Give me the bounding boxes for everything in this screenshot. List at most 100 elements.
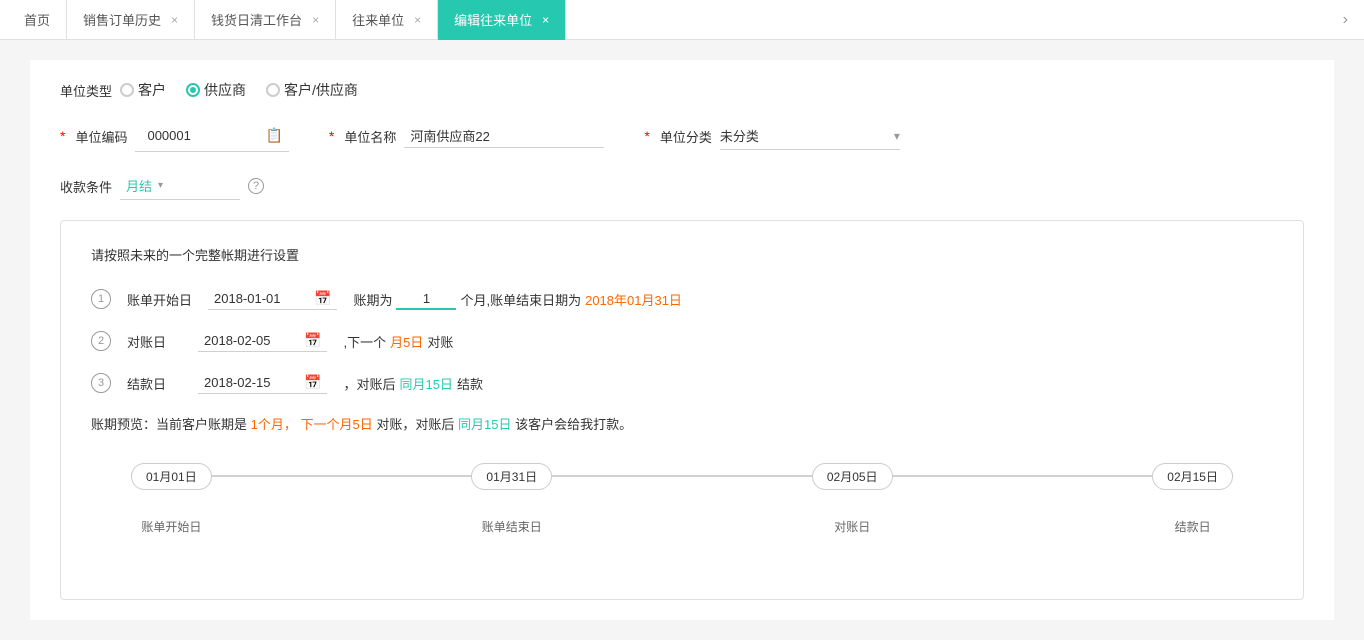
timeline-connector-2 — [511, 496, 513, 512]
unit-name-label: 单位名称 — [344, 127, 396, 146]
payment-field: 收款条件 月结 ▾ ? — [60, 172, 264, 200]
payment-value: 月结 — [126, 176, 152, 195]
unit-category-label: 单位分类 — [660, 127, 712, 146]
tab-edit-partner[interactable]: 编辑往来单位 × — [438, 0, 566, 40]
radio-customer-label: 客户 — [138, 80, 166, 100]
period-desc-1: 账期为 个月,账单结束日期为 2018年01月31日 — [353, 289, 681, 310]
preview-text: 账期预览：当前客户账期是 1个月， 下一个月5日 对账，对账后 同月15日 该客… — [91, 414, 1273, 433]
code-name-row: * 单位编码 📋 * 单位名称 * 单位分类 未分类 ▾ — [60, 120, 1304, 152]
unit-type-row: 单位类型 客户 供应商 客户/供应商 — [60, 80, 1304, 100]
radio-customer-circle — [120, 83, 134, 97]
tab-cash-work[interactable]: 钱货日清工作台 × — [195, 0, 336, 40]
period-label-3: 结款日 — [127, 374, 166, 393]
unit-category-value: 未分类 — [720, 126, 888, 145]
close-cash-work[interactable]: × — [312, 13, 319, 27]
timeline-connector-4 — [1192, 496, 1194, 512]
period-desc-3: ，对账后 同月15日 结款 — [343, 374, 483, 393]
timeline-badge-4: 02月15日 — [1152, 463, 1233, 490]
period-row-3: 3 结款日 📅 ，对账后 同月15日 结款 — [91, 372, 1273, 394]
period-num-2: 2 — [91, 331, 111, 351]
radio-supplier[interactable]: 供应商 — [186, 80, 246, 100]
unit-name-input[interactable] — [404, 124, 604, 148]
start-date-wrapper: 📅 — [208, 288, 337, 310]
start-date-calendar-icon[interactable]: 📅 — [314, 290, 331, 307]
payment-day-highlight: 同月15日 — [399, 374, 452, 393]
tab-partner[interactable]: 往来单位 × — [336, 0, 438, 40]
radio-both-label: 客户/供应商 — [284, 80, 358, 100]
tab-sales-history[interactable]: 销售订单历史 × — [67, 0, 195, 40]
category-chevron-icon: ▾ — [894, 129, 900, 143]
radio-customer[interactable]: 客户 — [120, 80, 166, 100]
period-label-1: 账单开始日 — [127, 290, 192, 309]
code-calendar-icon[interactable]: 📋 — [265, 127, 282, 144]
timeline-badge-2: 01月31日 — [471, 463, 552, 490]
reconcile-date-wrapper: 📅 — [198, 330, 327, 352]
preview-reconcile-day: 下一个月5日 — [301, 417, 373, 432]
unit-type-label: 单位类型 — [60, 81, 112, 100]
period-row-2: 2 对账日 📅 ,下一个 月5日 对账 — [91, 330, 1273, 352]
timeline-label-4: 结款日 — [1175, 518, 1211, 535]
reconcile-date-input[interactable] — [204, 333, 304, 348]
unit-category-select[interactable]: 未分类 ▾ — [720, 122, 900, 150]
reconcile-day-highlight: 月5日 — [390, 332, 423, 351]
main-content: 单位类型 客户 供应商 客户/供应商 — [0, 40, 1364, 640]
period-label-2: 对账日 — [127, 332, 166, 351]
payment-date-wrapper: 📅 — [198, 372, 327, 394]
radio-supplier-label: 供应商 — [204, 80, 246, 100]
unit-code-field: * 单位编码 📋 — [60, 120, 289, 152]
cat-required-star: * — [644, 128, 649, 144]
preview-months: 1个月， — [251, 417, 297, 432]
preview-reconcile-text: 对账，对账后 — [376, 417, 454, 432]
timeline-item-2: 01月31日 账单结束日 — [471, 463, 552, 535]
tabs-bar: 首页 销售订单历史 × 钱货日清工作台 × 往来单位 × 编辑往来单位 × › — [0, 0, 1364, 40]
close-sales-history[interactable]: × — [171, 13, 178, 27]
tabs-arrow[interactable]: › — [1335, 11, 1356, 29]
period-months-input[interactable] — [396, 289, 456, 310]
unit-type-field: 单位类型 客户 供应商 客户/供应商 — [60, 80, 358, 100]
form-section: 单位类型 客户 供应商 客户/供应商 — [30, 60, 1334, 620]
close-partner[interactable]: × — [414, 13, 421, 27]
unit-type-radio-group: 客户 供应商 客户/供应商 — [120, 80, 358, 100]
timeline-item-3: 02月05日 对账日 — [812, 463, 893, 535]
preview-payment-day: 同月15日 — [458, 417, 511, 432]
code-required-star: * — [60, 128, 65, 144]
start-date-input[interactable] — [214, 291, 314, 306]
period-num-1: 1 — [91, 289, 111, 309]
unit-code-input-wrapper: 📋 — [135, 120, 288, 152]
payment-label: 收款条件 — [60, 177, 112, 196]
preview-suffix: 该客户会给我打款。 — [515, 417, 632, 432]
period-num-3: 3 — [91, 373, 111, 393]
timeline-badge-3: 02月05日 — [812, 463, 893, 490]
timeline-label-1: 账单开始日 — [141, 518, 201, 535]
period-box: 请按照未来的一个完整帐期进行设置 1 账单开始日 📅 账期为 个月,账单结束日期… — [60, 220, 1304, 600]
period-title: 请按照未来的一个完整帐期进行设置 — [91, 245, 1273, 264]
unit-category-field: * 单位分类 未分类 ▾ — [644, 122, 899, 150]
end-date-highlight: 2018年01月31日 — [585, 290, 682, 309]
unit-code-input[interactable] — [141, 124, 261, 147]
radio-supplier-circle — [186, 83, 200, 97]
payment-row: 收款条件 月结 ▾ ? — [60, 172, 1304, 200]
preview-section: 账期预览：当前客户账期是 1个月， 下一个月5日 对账，对账后 同月15日 该客… — [91, 414, 1273, 575]
timeline-label-3: 对账日 — [834, 518, 870, 535]
name-required-star: * — [329, 128, 334, 144]
timeline-wrapper: 01月01日 账单开始日 01月31日 账单结束日 02月05日 — [91, 453, 1273, 575]
preview-label: 账期预览：当前客户账期是 — [91, 417, 247, 432]
period-desc-2: ,下一个 月5日 对账 — [343, 332, 453, 351]
timeline-item-4: 02月15日 结款日 — [1152, 463, 1233, 535]
payment-date-input[interactable] — [204, 375, 304, 390]
payment-calendar-icon[interactable]: 📅 — [304, 374, 321, 391]
period-row-1: 1 账单开始日 📅 账期为 个月,账单结束日期为 2018年01月31日 — [91, 288, 1273, 310]
timeline-label-2: 账单结束日 — [482, 518, 542, 535]
radio-both-circle — [266, 83, 280, 97]
timeline-connector-1 — [170, 496, 172, 512]
tab-home[interactable]: 首页 — [8, 0, 67, 40]
radio-both[interactable]: 客户/供应商 — [266, 80, 358, 100]
unit-code-label: 单位编码 — [75, 127, 127, 146]
payment-select[interactable]: 月结 ▾ — [120, 172, 240, 200]
timeline-item-1: 01月01日 账单开始日 — [131, 463, 212, 535]
payment-help-icon[interactable]: ? — [248, 178, 264, 194]
unit-name-field: * 单位名称 — [329, 124, 604, 148]
close-edit-partner[interactable]: × — [542, 13, 549, 27]
timeline-items: 01月01日 账单开始日 01月31日 账单结束日 02月05日 — [131, 463, 1233, 535]
reconcile-calendar-icon[interactable]: 📅 — [304, 332, 321, 349]
